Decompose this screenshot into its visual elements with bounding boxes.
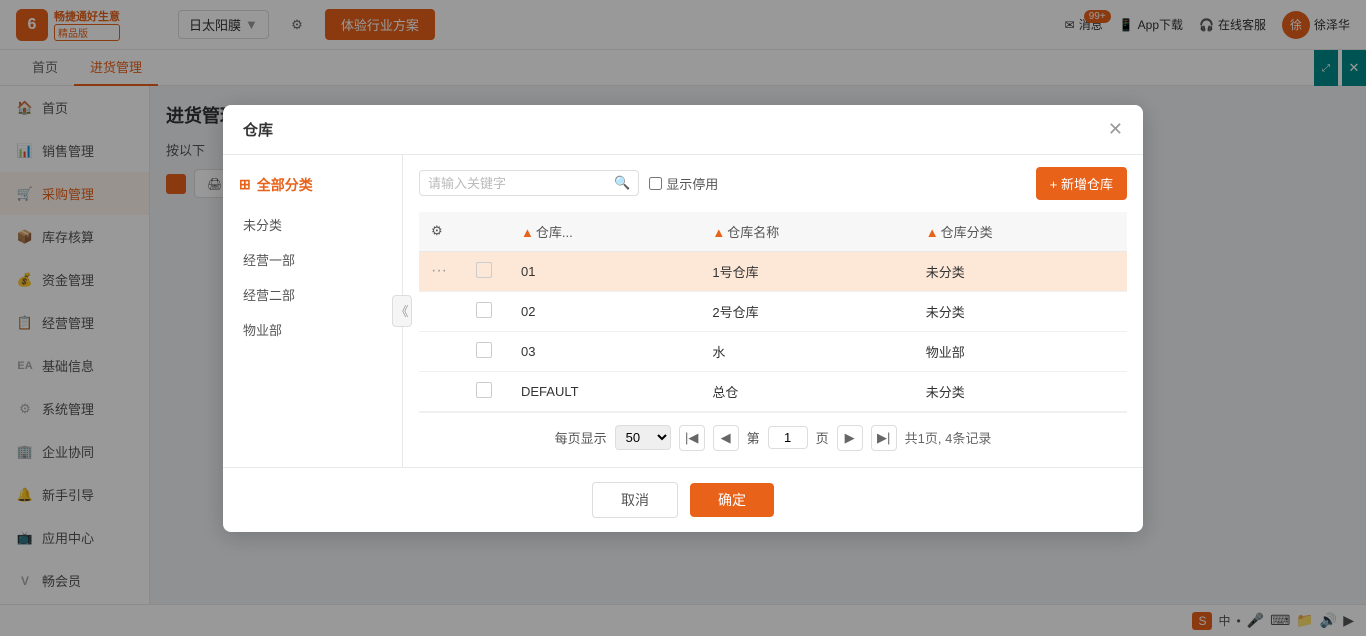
first-page-btn[interactable]: |◀ xyxy=(679,425,705,451)
search-wrap: 🔍 xyxy=(419,170,639,196)
modal-table-area: 🔍 显示停用 + 新增仓库 ⚙ xyxy=(403,155,1143,467)
per-page-select[interactable]: 50 10 20 100 xyxy=(615,425,671,450)
row-actions-cell xyxy=(419,291,459,331)
page-label: 页 xyxy=(816,428,829,447)
modal-body: ⊞ 全部分类 未分类 经营一部 经营二部 物业部 《 🔍 xyxy=(223,155,1143,467)
row-code-cell: 01 xyxy=(509,251,700,291)
cancel-btn[interactable]: 取消 xyxy=(592,482,678,518)
row-code-cell: DEFAULT xyxy=(509,371,700,411)
total-info: 共1页, 4条记录 xyxy=(905,428,992,447)
modal-header: 仓库 ✕ xyxy=(223,105,1143,155)
row-actions-cell xyxy=(419,371,459,411)
collapse-sidebar-btn[interactable]: 《 xyxy=(392,295,412,327)
th-code[interactable]: ▲仓库... xyxy=(509,212,700,252)
row-checkbox-2[interactable] xyxy=(476,302,492,318)
modal-footer: 取消 确定 xyxy=(223,467,1143,532)
last-page-btn[interactable]: ▶| xyxy=(871,425,897,451)
row-num-cell xyxy=(459,251,509,291)
table-row[interactable]: 02 2号仓库 未分类 xyxy=(419,291,1127,331)
warehouse-modal: 仓库 ✕ ⊞ 全部分类 未分类 经营一部 经营二部 物业部 《 xyxy=(223,105,1143,532)
modal-sidebar: ⊞ 全部分类 未分类 经营一部 经营二部 物业部 《 xyxy=(223,155,403,467)
add-warehouse-btn[interactable]: + 新增仓库 xyxy=(1036,167,1127,200)
row-num-cell xyxy=(459,291,509,331)
table-row[interactable]: 03 水 物业部 xyxy=(419,331,1127,371)
row-name-cell: 水 xyxy=(700,331,913,371)
row-name-cell: 2号仓库 xyxy=(700,291,913,331)
row-actions-cell: ··· xyxy=(419,251,459,291)
row-actions-cell xyxy=(419,331,459,371)
th-settings: ⚙ xyxy=(419,212,459,252)
table-body: ··· 01 1号仓库 未分类 xyxy=(419,251,1127,411)
row-code-cell: 03 xyxy=(509,331,700,371)
table-header: ⚙ ▲仓库... ▲仓库名称 ▲仓库分类 xyxy=(419,212,1127,252)
modal-close-btn[interactable]: ✕ xyxy=(1108,120,1123,138)
th-name[interactable]: ▲仓库名称 xyxy=(700,212,913,252)
show-disabled-checkbox[interactable] xyxy=(649,177,662,190)
table-row[interactable]: DEFAULT 总仓 未分类 xyxy=(419,371,1127,411)
pagination: 每页显示 50 10 20 100 |◀ ◀ 第 页 ▶ ▶| 共1页, 4条记… xyxy=(419,412,1127,455)
modal-overlay: 仓库 ✕ ⊞ 全部分类 未分类 经营一部 经营二部 物业部 《 xyxy=(0,0,1366,636)
page-input[interactable] xyxy=(768,426,808,449)
row-action-more[interactable]: ··· xyxy=(431,262,447,279)
table-row[interactable]: ··· 01 1号仓库 未分类 xyxy=(419,251,1127,291)
settings-col-icon: ⚙ xyxy=(431,223,443,238)
row-checkbox-3[interactable] xyxy=(476,342,492,358)
row-category-cell: 未分类 xyxy=(914,251,1127,291)
modal-sidebar-item-dept1[interactable]: 经营一部 xyxy=(223,242,402,277)
row-name-cell: 总仓 xyxy=(700,371,913,411)
confirm-btn[interactable]: 确定 xyxy=(690,483,774,517)
modal-toolbar: 🔍 显示停用 + 新增仓库 xyxy=(419,167,1127,200)
row-num-cell xyxy=(459,331,509,371)
row-num-cell xyxy=(459,371,509,411)
per-page-label: 每页显示 xyxy=(555,428,607,447)
row-checkbox-1[interactable] xyxy=(476,262,492,278)
modal-sidebar-item-unclassified[interactable]: 未分类 xyxy=(223,207,402,242)
th-category[interactable]: ▲仓库分类 xyxy=(914,212,1127,252)
search-input[interactable] xyxy=(428,176,608,191)
row-category-cell: 物业部 xyxy=(914,331,1127,371)
grid-icon: ⊞ xyxy=(239,176,251,193)
show-disabled-wrap: 显示停用 xyxy=(649,174,718,193)
th-num xyxy=(459,212,509,252)
row-category-cell: 未分类 xyxy=(914,371,1127,411)
modal-sidebar-header: ⊞ 全部分类 xyxy=(223,167,402,207)
modal-title: 仓库 xyxy=(243,119,273,140)
table-container: ⚙ ▲仓库... ▲仓库名称 ▲仓库分类 ··· xyxy=(419,212,1127,412)
next-page-btn[interactable]: ▶ xyxy=(837,425,863,451)
warehouse-table: ⚙ ▲仓库... ▲仓库名称 ▲仓库分类 ··· xyxy=(419,212,1127,412)
search-icon[interactable]: 🔍 xyxy=(614,175,630,191)
modal-sidebar-title: 全部分类 xyxy=(257,175,313,195)
row-category-cell: 未分类 xyxy=(914,291,1127,331)
page-num-label: 第 xyxy=(747,428,760,447)
show-disabled-label: 显示停用 xyxy=(666,174,718,193)
modal-sidebar-item-dept2[interactable]: 经营二部 xyxy=(223,277,402,312)
row-checkbox-4[interactable] xyxy=(476,382,492,398)
prev-page-btn[interactable]: ◀ xyxy=(713,425,739,451)
modal-sidebar-item-property[interactable]: 物业部 xyxy=(223,312,402,347)
row-code-cell: 02 xyxy=(509,291,700,331)
row-name-cell: 1号仓库 xyxy=(700,251,913,291)
